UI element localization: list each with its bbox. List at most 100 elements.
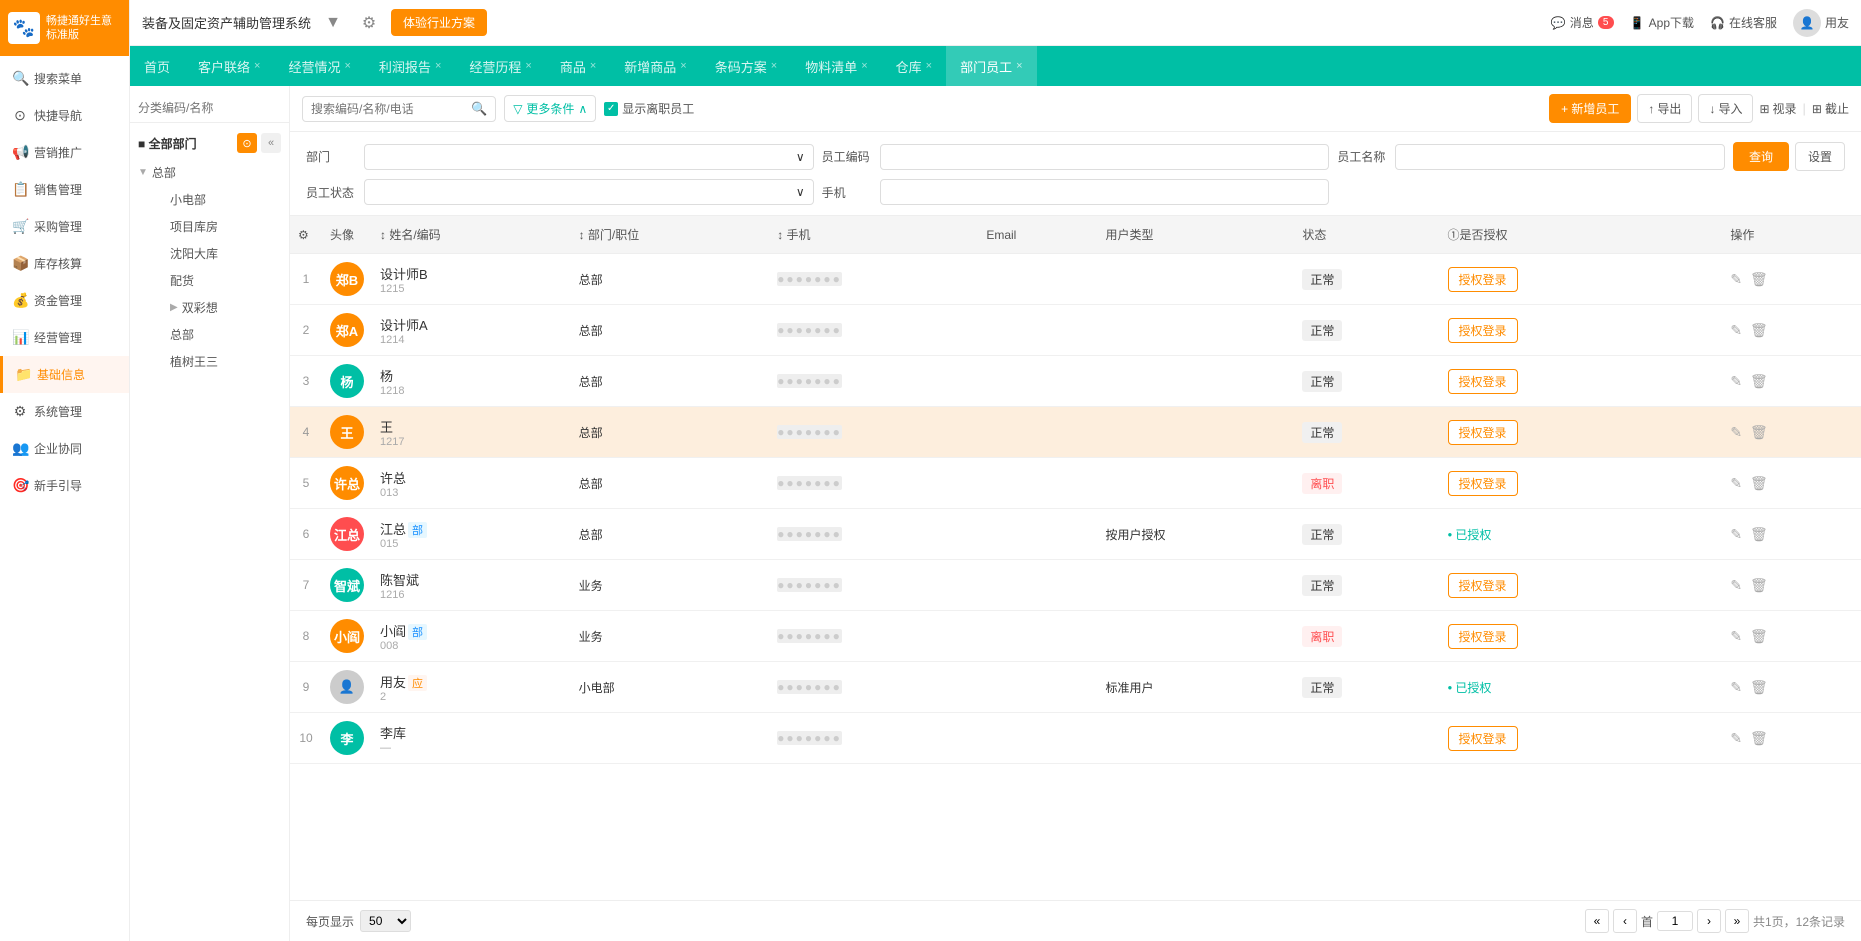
tab-operations-history[interactable]: 经营历程 × — [455, 46, 545, 86]
delete-button[interactable]: 🗑 — [1750, 526, 1768, 543]
import-button[interactable]: ↓ 导入 — [1698, 94, 1753, 123]
first-page-button[interactable]: « — [1585, 909, 1609, 933]
edit-button[interactable]: ✎ — [1730, 577, 1742, 594]
close-icon[interactable]: × — [590, 60, 596, 72]
phone-input[interactable] — [880, 179, 1330, 205]
tab-operations-status[interactable]: 经营情况 × — [274, 46, 364, 86]
edit-button[interactable]: ✎ — [1730, 271, 1742, 288]
tab-profit-report[interactable]: 利润报告 × — [365, 46, 455, 86]
dept-col-header[interactable]: ↕ 部门/职位 — [571, 216, 770, 254]
edit-button[interactable]: ✎ — [1730, 628, 1742, 645]
dept-item-shenyang[interactable]: 沈阳大库 — [154, 240, 289, 267]
auth-login-button[interactable]: 授权登录 — [1448, 267, 1518, 292]
settings-icon[interactable]: ▼ — [319, 9, 347, 37]
close-icon[interactable]: × — [525, 60, 531, 72]
dept-filter-select[interactable]: ∨ — [364, 144, 814, 170]
sidebar-item-quicknav[interactable]: ⊙ 快捷导航 — [0, 97, 129, 134]
online-service-item[interactable]: 🎧 在线客服 — [1710, 14, 1777, 31]
sidebar-item-marketing[interactable]: 📢 营销推广 — [0, 134, 129, 171]
phone-col-header[interactable]: ↕ 手机 — [769, 216, 978, 254]
close-icon[interactable]: × — [344, 60, 350, 72]
dept-add-button[interactable]: ⊙ — [237, 133, 257, 153]
edit-button[interactable]: ✎ — [1730, 475, 1742, 492]
dept-item-xiao-elec[interactable]: 小电部 — [154, 186, 289, 213]
page-number-input[interactable] — [1657, 911, 1693, 931]
delete-button[interactable]: 🗑 — [1750, 730, 1768, 747]
sidebar-item-system[interactable]: ⚙ 系统管理 — [0, 393, 129, 430]
name-col-header[interactable]: ↕ 姓名/编码 — [372, 216, 571, 254]
dept-item-project[interactable]: 项目库房 — [154, 213, 289, 240]
auth-login-button[interactable]: 授权登录 — [1448, 420, 1518, 445]
more-conditions-button[interactable]: ▽ 更多条件 ∧ — [504, 95, 596, 122]
sidebar-item-inventory[interactable]: 📦 库存核算 — [0, 245, 129, 282]
delete-button[interactable]: 🗑 — [1750, 322, 1768, 339]
auth-login-button[interactable]: 授权登录 — [1448, 624, 1518, 649]
emp-status-select[interactable]: ∨ — [364, 179, 814, 205]
close-icon[interactable]: × — [926, 60, 932, 72]
search-input[interactable] — [311, 102, 471, 116]
more-options-button[interactable]: ⊞ 截止 — [1812, 100, 1849, 117]
user-item[interactable]: 👤 用友 — [1793, 9, 1849, 37]
delete-button[interactable]: 🗑 — [1750, 271, 1768, 288]
next-page-button[interactable]: › — [1697, 909, 1721, 933]
dept-item-root[interactable]: ▼ 总部 — [130, 159, 289, 186]
sidebar-item-finance[interactable]: 💰 资金管理 — [0, 282, 129, 319]
dept-item-plant[interactable]: 植树王三 — [154, 348, 289, 375]
sidebar-item-operations[interactable]: 📊 经营管理 — [0, 319, 129, 356]
tab-bom[interactable]: 物料清单 × — [791, 46, 881, 86]
emp-code-input[interactable] — [880, 144, 1330, 170]
delete-button[interactable]: 🗑 — [1750, 577, 1768, 594]
view-button[interactable]: ⊞ 视录 — [1759, 100, 1796, 117]
close-icon[interactable]: × — [254, 60, 260, 72]
close-icon[interactable]: × — [435, 60, 441, 72]
tab-home[interactable]: 首页 — [130, 46, 184, 86]
tab-barcode[interactable]: 条码方案 × — [701, 46, 791, 86]
auth-login-button[interactable]: 授权登录 — [1448, 573, 1518, 598]
edit-button[interactable]: ✎ — [1730, 730, 1742, 747]
dept-search-input[interactable] — [138, 101, 290, 115]
close-icon[interactable]: × — [1016, 60, 1022, 72]
delete-button[interactable]: 🗑 — [1750, 373, 1768, 390]
tab-department-staff[interactable]: 部门员工 × — [946, 46, 1036, 86]
settings-col-header[interactable]: ⚙ — [290, 216, 322, 254]
sidebar-item-collab[interactable]: 👥 企业协同 — [0, 430, 129, 467]
tab-add-goods[interactable]: 新增商品 × — [610, 46, 700, 86]
query-button[interactable]: 查询 — [1733, 142, 1789, 171]
dept-item-hq[interactable]: 总部 — [154, 321, 289, 348]
message-item[interactable]: 💬 消息 5 — [1551, 14, 1614, 31]
sidebar-item-sales[interactable]: 📋 销售管理 — [0, 171, 129, 208]
dept-item-distribution[interactable]: 配货 — [154, 267, 289, 294]
delete-button[interactable]: 🗑 — [1750, 475, 1768, 492]
emp-name-input[interactable] — [1395, 144, 1725, 170]
close-icon[interactable]: × — [771, 60, 777, 72]
sidebar-item-guide[interactable]: 🎯 新手引导 — [0, 467, 129, 504]
set-button[interactable]: 设置 — [1795, 142, 1845, 171]
add-employee-button[interactable]: + 新增员工 — [1549, 94, 1631, 123]
sidebar-item-search[interactable]: 🔍 搜索菜单 — [0, 60, 129, 97]
dept-item-double[interactable]: ▶ 双彩想 — [154, 294, 289, 321]
tab-goods[interactable]: 商品 × — [546, 46, 610, 86]
sidebar-item-purchase[interactable]: 🛒 采购管理 — [0, 208, 129, 245]
last-page-button[interactable]: » — [1725, 909, 1749, 933]
per-page-select[interactable]: 50 100 200 — [360, 910, 411, 932]
auth-login-button[interactable]: 授权登录 — [1448, 471, 1518, 496]
close-icon[interactable]: × — [861, 60, 867, 72]
auth-login-button[interactable]: 授权登录 — [1448, 369, 1518, 394]
export-button[interactable]: ↑ 导出 — [1637, 94, 1692, 123]
auth-login-button[interactable]: 授权登录 — [1448, 318, 1518, 343]
edit-button[interactable]: ✎ — [1730, 322, 1742, 339]
delete-button[interactable]: 🗑 — [1750, 679, 1768, 696]
gear-button[interactable]: ⚙ — [355, 9, 383, 37]
edit-button[interactable]: ✎ — [1730, 424, 1742, 441]
delete-button[interactable]: 🗑 — [1750, 628, 1768, 645]
prev-page-button[interactable]: ‹ — [1613, 909, 1637, 933]
app-download-item[interactable]: 📱 App下载 — [1630, 14, 1694, 31]
edit-button[interactable]: ✎ — [1730, 526, 1742, 543]
edit-button[interactable]: ✎ — [1730, 679, 1742, 696]
close-icon[interactable]: × — [680, 60, 686, 72]
show-resigned-toggle[interactable]: ✓ 显示离职员工 — [604, 100, 694, 117]
edit-button[interactable]: ✎ — [1730, 373, 1742, 390]
auth-login-button[interactable]: 授权登录 — [1448, 726, 1518, 751]
trial-button[interactable]: 体验行业方案 — [391, 9, 487, 36]
dept-collapse-button[interactable]: « — [261, 133, 281, 153]
